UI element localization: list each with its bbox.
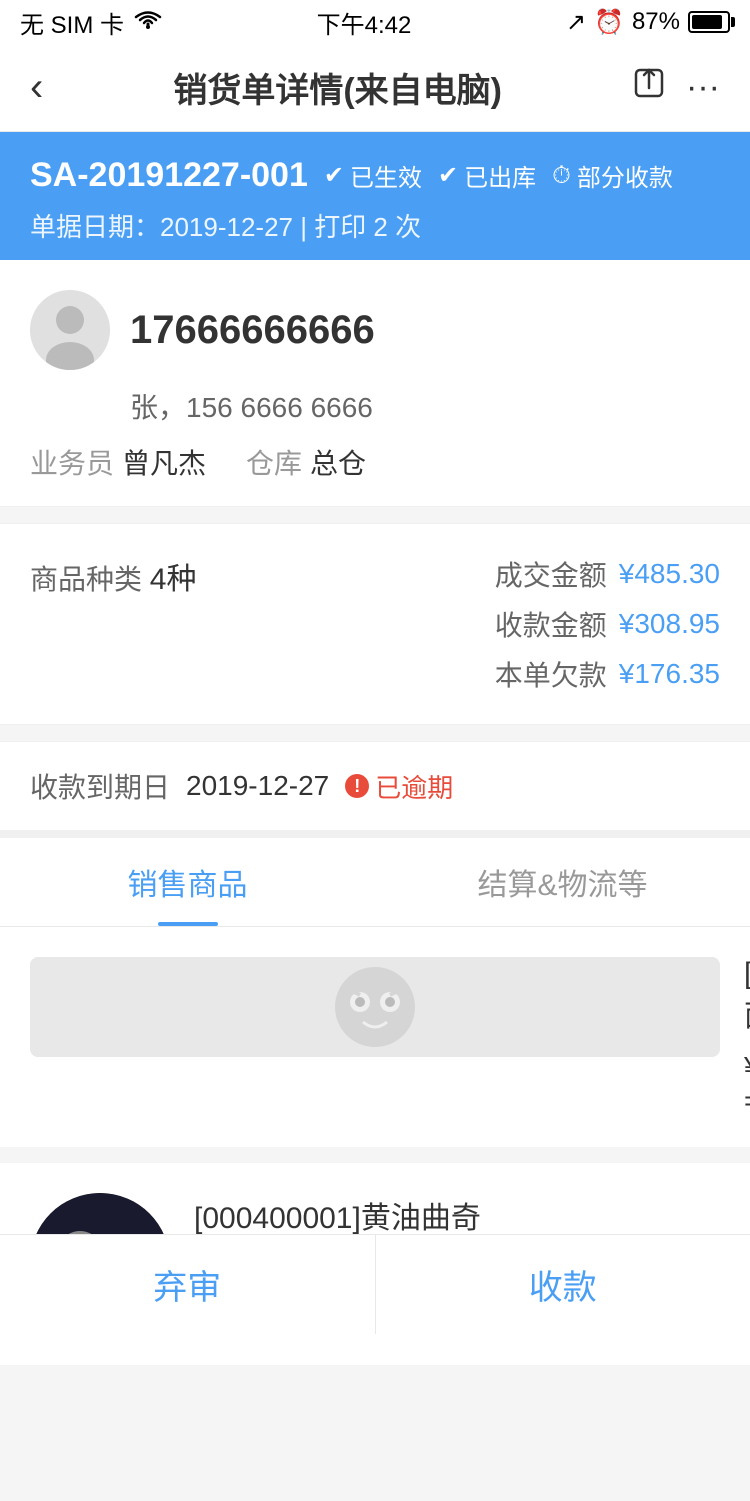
tab-products[interactable]: 销售商品 (0, 838, 375, 926)
customer-meta: 业务员 曾凡杰 仓库 总仓 (30, 442, 720, 482)
arrears-value: ¥176.35 (619, 658, 720, 690)
due-label: 收款到期日 (30, 766, 170, 806)
order-id: SA-20191227-001 (30, 156, 308, 195)
status-time: 下午4:42 (317, 5, 412, 40)
status-bar: 无 SIM 卡 下午4:42 ↗ ⏰ 87% (0, 0, 750, 44)
warehouse-label: 仓库 (246, 442, 302, 482)
collected-row: 收款金额 ¥308.95 (495, 604, 720, 644)
customer-section: 17666666666 张，156 6666 6666 业务员 曾凡杰 仓库 总… (0, 260, 750, 507)
arrears-label: 本单欠款 (495, 654, 607, 694)
location-icon: ↗ (566, 8, 586, 37)
nav-actions: ··· (632, 66, 720, 109)
back-button[interactable]: ‹ (30, 65, 43, 110)
arrears-row: 本单欠款 ¥176.35 (495, 654, 720, 694)
sales-value: 曾凡杰 (122, 442, 206, 482)
status-partial: ⏱ 部分收款 (552, 158, 673, 193)
tab-settlement[interactable]: 结算&物流等 (375, 838, 750, 926)
customer-phone: 17666666666 (130, 308, 375, 353)
product-item-1: [0000002]面包 ¥40 x 5 袋 = ¥199.99 (0, 927, 750, 1147)
clock-icon: ⏱ (552, 162, 571, 190)
due-date: 2019-12-27 (186, 770, 329, 802)
nav-bar: ‹ 销货单详情(来自电脑) ··· (0, 44, 750, 132)
page-title: 销货单详情(来自电脑) (173, 63, 502, 112)
summary-row: 商品种类 4种 成交金额 ¥485.30 收款金额 ¥308.95 本单欠款 ¥… (30, 554, 720, 694)
summary-left: 商品种类 4种 (30, 554, 196, 598)
header-banner: SA-20191227-001 ✔ 已生效 ✔ 已出库 ⏱ 部分收款 单据日期：… (0, 132, 750, 260)
overdue-text: 已逾期 (375, 768, 453, 805)
customer-top: 17666666666 (30, 290, 720, 370)
collect-button[interactable]: 收款 (376, 1235, 750, 1334)
product-thumb-1 (30, 957, 720, 1057)
amount-label: 成交金额 (495, 554, 607, 594)
product-price-1: ¥40 x 5 袋 = ¥199.99 (744, 1045, 750, 1117)
status-shipped: ✔ 已出库 (438, 158, 536, 193)
banner-top: SA-20191227-001 ✔ 已生效 ✔ 已出库 ⏱ 部分收款 (30, 156, 720, 195)
due-section: 收款到期日 2019-12-27 ! 已逾期 (0, 741, 750, 838)
status-right: ↗ ⏰ 87% (566, 8, 730, 37)
type-label: 商品种类 (30, 564, 142, 595)
collected-value: ¥308.95 (619, 608, 720, 640)
carrier-text: 无 SIM 卡 (20, 5, 124, 40)
collected-label: 收款金额 (495, 604, 607, 644)
status-left: 无 SIM 卡 (20, 5, 162, 40)
summary-section: 商品种类 4种 成交金额 ¥485.30 收款金额 ¥308.95 本单欠款 ¥… (0, 523, 750, 725)
avatar (30, 290, 110, 370)
overdue-icon: ! (345, 774, 369, 798)
abandon-button[interactable]: 弃审 (0, 1235, 376, 1334)
product-info-1: [0000002]面包 ¥40 x 5 袋 = ¥199.99 (744, 957, 750, 1117)
alarm-icon: ⏰ (594, 8, 624, 37)
product-list: [0000002]面包 ¥40 x 5 袋 = ¥199.99 WRAI (0, 927, 750, 1501)
product-name-2: [000400001]黄油曲奇 (194, 1193, 720, 1237)
summary-right: 成交金额 ¥485.30 收款金额 ¥308.95 本单欠款 ¥176.35 (495, 554, 720, 694)
battery-text: 87% (632, 8, 680, 36)
warehouse-value: 总仓 (310, 442, 366, 482)
more-button[interactable]: ··· (686, 68, 720, 107)
amount-row: 成交金额 ¥485.30 (495, 554, 720, 594)
banner-date: 单据日期：2019-12-27 | 打印 2 次 (30, 207, 720, 244)
bottom-bar: 弃审 收款 (0, 1234, 750, 1334)
sales-label: 业务员 (30, 442, 114, 482)
check-icon-shipped: ✔ (438, 161, 458, 190)
amount-value: ¥485.30 (619, 558, 720, 590)
status-active: ✔ 已生效 (324, 158, 422, 193)
check-icon-active: ✔ (324, 161, 344, 190)
wifi-icon (134, 8, 162, 37)
battery-icon (688, 11, 730, 33)
tabs: 销售商品 结算&物流等 (0, 838, 750, 927)
share-button[interactable] (632, 66, 666, 109)
product-name-1: [0000002]面包 (744, 957, 750, 1035)
overdue-badge: ! 已逾期 (345, 768, 453, 805)
type-value: 4种 (150, 563, 197, 596)
customer-name: 张，156 6666 6666 (130, 386, 720, 426)
